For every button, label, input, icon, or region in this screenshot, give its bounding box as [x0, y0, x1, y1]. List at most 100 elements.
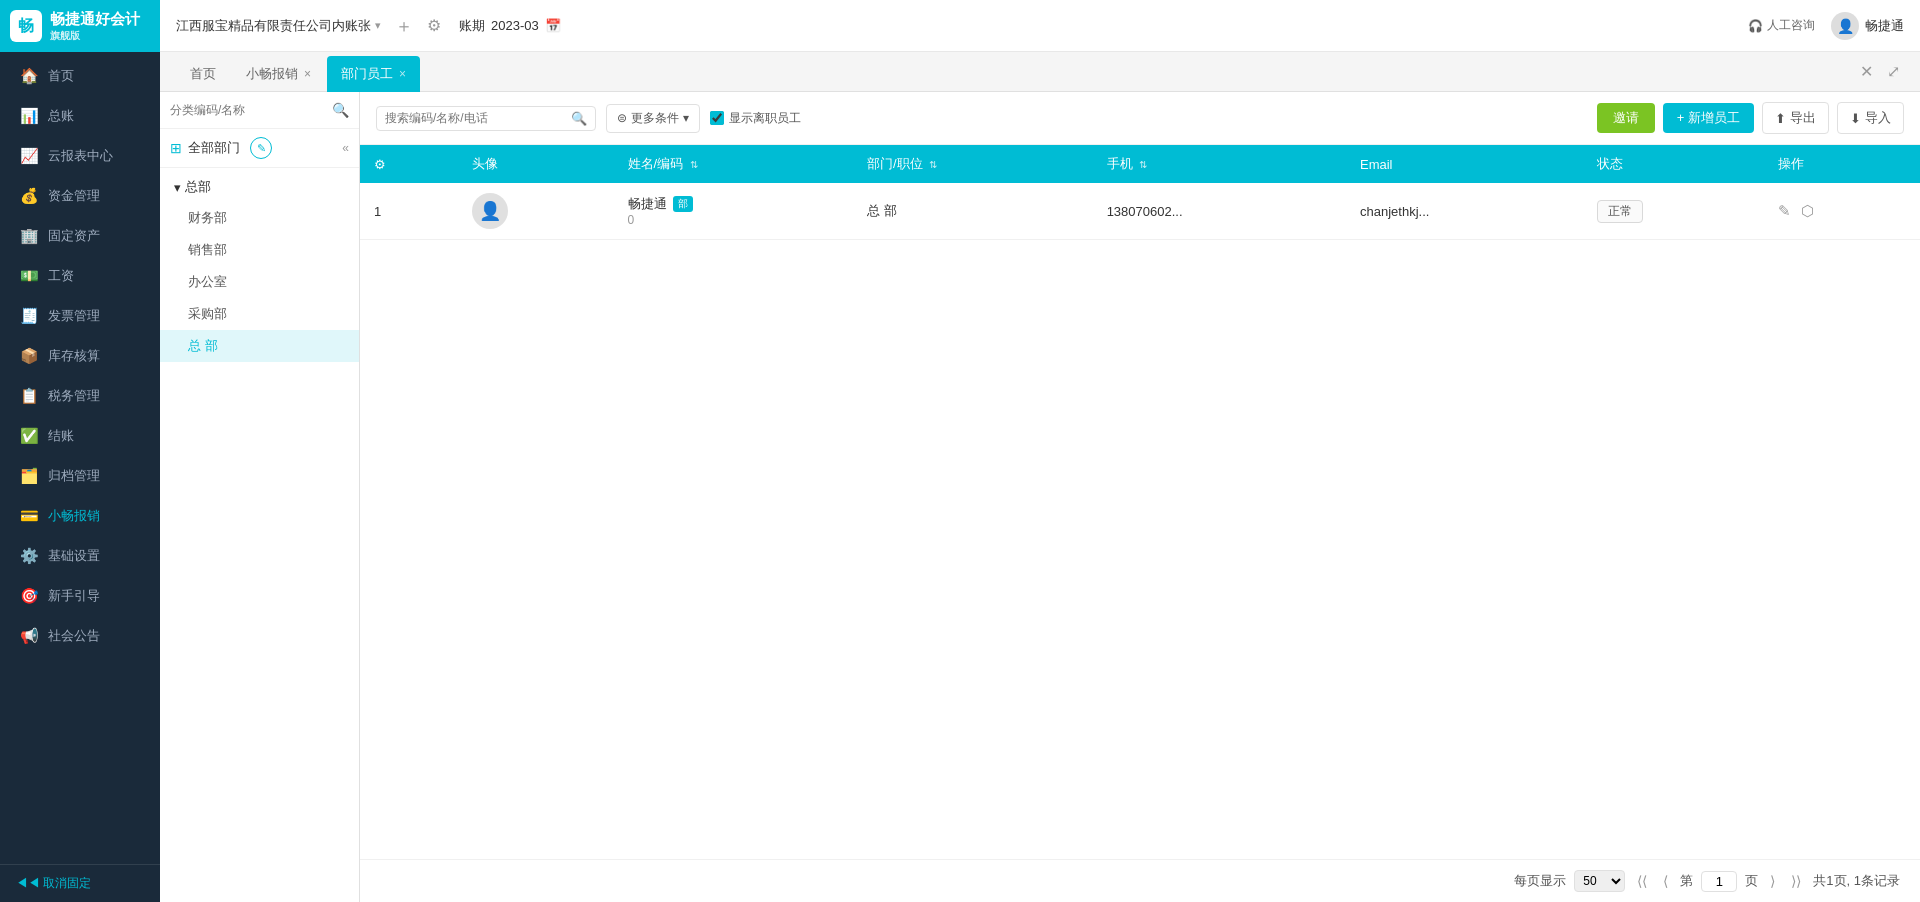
logout-button[interactable]: ⬡: [1801, 202, 1814, 220]
sidebar-item-news[interactable]: 📢 社会公告: [0, 616, 160, 656]
sidebar-item-label: 工资: [48, 267, 74, 285]
row-name: 畅捷通 部 0: [614, 183, 854, 240]
content-area: 🔍 ⊞ 全部部门 ✎ « ▾ 总部 财务部 销售部: [160, 92, 1920, 902]
sidebar-item-home[interactable]: 🏠 首页: [0, 56, 160, 96]
invite-button[interactable]: 邀请: [1597, 103, 1655, 133]
sidebar-item-payroll[interactable]: 💵 工资: [0, 256, 160, 296]
filter-icon: ⊜: [617, 111, 627, 125]
tabs-actions: ✕ ⤢: [1856, 60, 1904, 83]
col-name[interactable]: 姓名/编码 ⇅: [614, 145, 854, 183]
dept-item-finance[interactable]: 财务部: [160, 202, 359, 234]
row-email: chanjethkj...: [1346, 183, 1583, 240]
per-page-select[interactable]: 50 10 20 100: [1574, 870, 1625, 892]
calendar-icon[interactable]: 📅: [545, 18, 561, 33]
company-selector[interactable]: 江西服宝精品有限责任公司内账张 ▾: [176, 17, 381, 35]
employee-search-field[interactable]: 🔍: [376, 106, 596, 131]
app-subtitle: 旗舰版: [50, 29, 140, 43]
sidebar-item-archive[interactable]: 🗂️ 归档管理: [0, 456, 160, 496]
dept-search-input[interactable]: [170, 103, 326, 117]
company-dropdown-icon: ▾: [375, 19, 381, 32]
dept-edit-button[interactable]: ✎: [250, 137, 272, 159]
row-actions: ✎ ⬡: [1764, 183, 1920, 240]
edit-button[interactable]: ✎: [1778, 202, 1791, 220]
tab-home[interactable]: 首页: [176, 56, 230, 92]
tab-department-close[interactable]: ×: [399, 67, 406, 81]
invoice-icon: 🧾: [20, 307, 38, 325]
assets-icon: 🏢: [20, 227, 38, 245]
dept-item-procurement[interactable]: 采购部: [160, 298, 359, 330]
sidebar-item-reports[interactable]: 📈 云报表中心: [0, 136, 160, 176]
page-suffix: 页: [1745, 872, 1758, 890]
sidebar-item-guide[interactable]: 🎯 新手引导: [0, 576, 160, 616]
employee-search-input[interactable]: [385, 111, 565, 125]
sidebar-item-label: 税务管理: [48, 387, 100, 405]
support-button[interactable]: 🎧 人工咨询: [1748, 17, 1815, 34]
dept-item-general[interactable]: 总 部: [160, 330, 359, 362]
dept-item-label: 办公室: [188, 274, 227, 289]
sidebar-item-inventory[interactable]: 📦 库存核算: [0, 336, 160, 376]
add-company-button[interactable]: ＋: [391, 14, 417, 38]
first-page-button[interactable]: ⟨⟨: [1633, 871, 1651, 891]
chevron-down-icon: ▾: [683, 111, 689, 125]
tab-close-all-button[interactable]: ✕: [1856, 60, 1877, 83]
sidebar-item-label: 云报表中心: [48, 147, 113, 165]
employee-avatar: 👤: [472, 193, 508, 229]
period-value: 2023-03: [491, 18, 539, 33]
sidebar-item-expense[interactable]: 💳 小畅报销: [0, 496, 160, 536]
dept-item-office[interactable]: 办公室: [160, 266, 359, 298]
prev-page-button[interactable]: ⟨: [1659, 871, 1672, 891]
tab-expense[interactable]: 小畅报销 ×: [232, 56, 325, 92]
dept-collapse-button[interactable]: «: [342, 141, 349, 155]
sidebar-item-label: 总账: [48, 107, 74, 125]
closing-icon: ✅: [20, 427, 38, 445]
dept-item-label: 财务部: [188, 210, 227, 225]
tax-icon: 📋: [20, 387, 38, 405]
dept-item-label: 采购部: [188, 306, 227, 321]
news-icon: 📢: [20, 627, 38, 645]
col-settings[interactable]: ⚙: [360, 145, 458, 183]
add-employee-button[interactable]: + 新增员工: [1663, 103, 1754, 133]
tab-home-label: 首页: [190, 65, 216, 83]
sidebar-pin-toggle[interactable]: ◀◀ 取消固定: [0, 864, 160, 902]
tab-expense-close[interactable]: ×: [304, 67, 311, 81]
row-avatar: 👤: [458, 183, 614, 240]
import-button[interactable]: ⬇ 导入: [1837, 102, 1904, 134]
avatar: 👤: [1831, 12, 1859, 40]
sidebar-item-general-ledger[interactable]: 📊 总账: [0, 96, 160, 136]
show-resigned-checkbox[interactable]: [710, 111, 724, 125]
filter-button[interactable]: ⊜ 更多条件 ▾: [606, 104, 700, 133]
dept-item-sales[interactable]: 销售部: [160, 234, 359, 266]
pin-label: ◀◀ 取消固定: [16, 875, 91, 892]
settings-button[interactable]: ⚙: [427, 16, 441, 35]
sidebar: 畅 畅捷通好会计 旗舰版 🏠 首页 📊 总账 📈 云报表中心 💰 资金管理 🏢 …: [0, 0, 160, 902]
tab-department[interactable]: 部门员工 ×: [327, 56, 420, 92]
last-page-button[interactable]: ⟩⟩: [1787, 871, 1805, 891]
tab-fullscreen-button[interactable]: ⤢: [1883, 60, 1904, 83]
settings-icon: ⚙️: [20, 547, 38, 565]
funds-icon: 💰: [20, 187, 38, 205]
page-input[interactable]: [1701, 871, 1737, 892]
sidebar-item-fixed-assets[interactable]: 🏢 固定资产: [0, 216, 160, 256]
col-dept[interactable]: 部门/职位 ⇅: [853, 145, 1093, 183]
sidebar-item-invoice[interactable]: 🧾 发票管理: [0, 296, 160, 336]
next-page-button[interactable]: ⟩: [1766, 871, 1779, 891]
dept-search-icon[interactable]: 🔍: [332, 102, 349, 118]
col-phone[interactable]: 手机 ⇅: [1093, 145, 1346, 183]
dept-group-zongbu[interactable]: ▾ 总部: [160, 172, 359, 202]
total-records: 共1页, 1条记录: [1813, 872, 1900, 890]
payroll-icon: 💵: [20, 267, 38, 285]
sidebar-item-funds[interactable]: 💰 资金管理: [0, 176, 160, 216]
dept-header: ⊞ 全部部门 ✎ «: [160, 129, 359, 168]
sidebar-item-settings[interactable]: ⚙️ 基础设置: [0, 536, 160, 576]
show-resigned-label[interactable]: 显示离职员工: [710, 110, 801, 127]
user-menu[interactable]: 👤 畅捷通: [1831, 12, 1904, 40]
employee-code: 0: [628, 213, 840, 227]
grid-icon: ⊞: [170, 140, 182, 156]
toolbar-right: 邀请 + 新增员工 ⬆ 导出 ⬇ 导入: [1597, 102, 1904, 134]
show-resigned-text: 显示离职员工: [729, 110, 801, 127]
employee-name: 畅捷通: [628, 195, 667, 213]
sidebar-item-tax[interactable]: 📋 税务管理: [0, 376, 160, 416]
sidebar-item-closing[interactable]: ✅ 结账: [0, 416, 160, 456]
period-display: 账期 2023-03 📅: [459, 17, 561, 35]
export-button[interactable]: ⬆ 导出: [1762, 102, 1829, 134]
